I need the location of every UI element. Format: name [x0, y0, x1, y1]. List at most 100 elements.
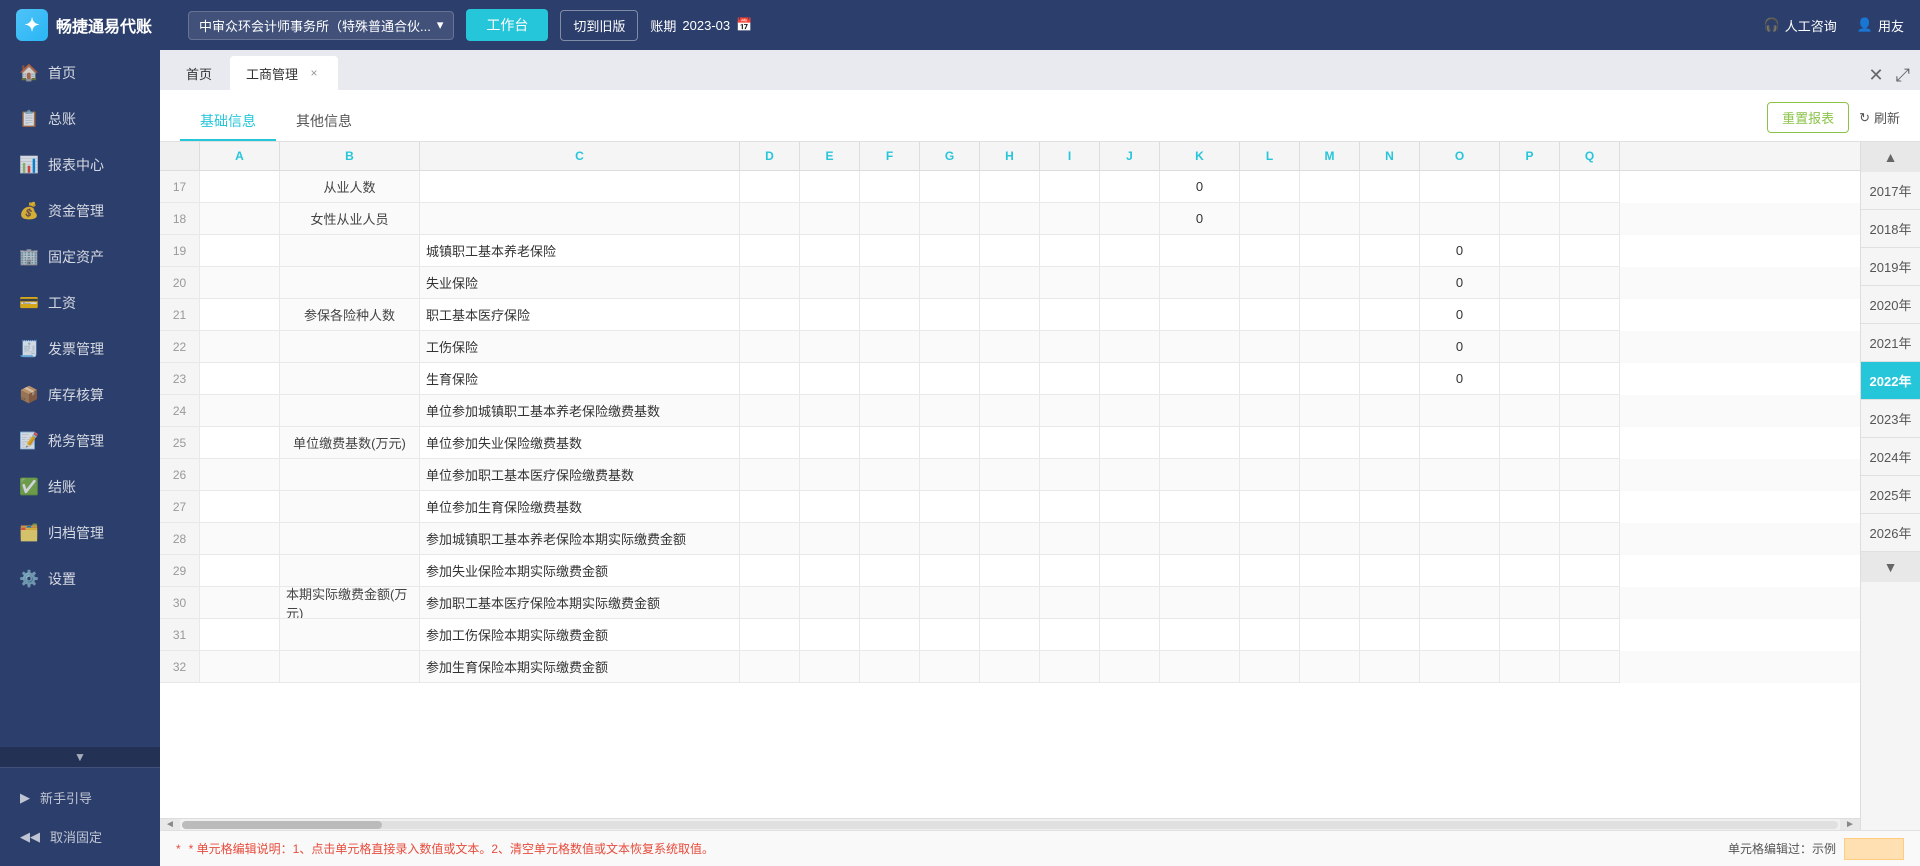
cell-19-e[interactable]: [800, 235, 860, 267]
cell-23-f[interactable]: [860, 363, 920, 395]
cell-28-n[interactable]: [1360, 523, 1420, 555]
cell-20-c[interactable]: 失业保险: [420, 267, 740, 299]
cell-17-c[interactable]: [420, 171, 740, 203]
cell-18-e[interactable]: [800, 203, 860, 235]
scroll-left-arrow[interactable]: ◄: [160, 819, 180, 831]
cell-17-f[interactable]: [860, 171, 920, 203]
cell-30-p[interactable]: [1500, 587, 1560, 619]
cell-27-m[interactable]: [1300, 491, 1360, 523]
cell-29-f[interactable]: [860, 555, 920, 587]
cell-24-g[interactable]: [920, 395, 980, 427]
year-2020[interactable]: 2020年: [1861, 286, 1920, 324]
cell-21-l[interactable]: [1240, 299, 1300, 331]
cell-20-i[interactable]: [1040, 267, 1100, 299]
cell-25-a[interactable]: [200, 427, 280, 459]
cell-25-k[interactable]: [1160, 427, 1240, 459]
cell-24-i[interactable]: [1040, 395, 1100, 427]
cell-30-n[interactable]: [1360, 587, 1420, 619]
sidebar-item-salary[interactable]: 💳 工资: [0, 280, 160, 326]
cell-19-p[interactable]: [1500, 235, 1560, 267]
cell-25-d[interactable]: [740, 427, 800, 459]
cell-23-l[interactable]: [1240, 363, 1300, 395]
cell-28-b[interactable]: [280, 523, 420, 555]
service-button[interactable]: 🎧 人工咨询: [1764, 16, 1837, 35]
cell-19-a[interactable]: [200, 235, 280, 267]
old-version-button[interactable]: 切到旧版: [560, 10, 638, 41]
cell-20-k[interactable]: [1160, 267, 1240, 299]
cell-20-m[interactable]: [1300, 267, 1360, 299]
cell-27-f[interactable]: [860, 491, 920, 523]
cell-28-h[interactable]: [980, 523, 1040, 555]
cell-18-i[interactable]: [1040, 203, 1100, 235]
cell-31-l[interactable]: [1240, 619, 1300, 651]
cell-30-d[interactable]: [740, 587, 800, 619]
cell-29-q[interactable]: [1560, 555, 1620, 587]
cell-25-m[interactable]: [1300, 427, 1360, 459]
cell-20-o[interactable]: 0: [1420, 267, 1500, 299]
cell-19-f[interactable]: [860, 235, 920, 267]
user-avatar[interactable]: 👤 用友: [1857, 16, 1904, 35]
cell-32-j[interactable]: [1100, 651, 1160, 683]
cell-20-h[interactable]: [980, 267, 1040, 299]
cell-21-i[interactable]: [1040, 299, 1100, 331]
cell-21-g[interactable]: [920, 299, 980, 331]
cell-24-b[interactable]: [280, 395, 420, 427]
year-scroll-down[interactable]: ▼: [1861, 552, 1920, 582]
cell-17-q[interactable]: [1560, 171, 1620, 203]
cell-29-n[interactable]: [1360, 555, 1420, 587]
cell-18-d[interactable]: [740, 203, 800, 235]
cell-17-h[interactable]: [980, 171, 1040, 203]
cell-29-p[interactable]: [1500, 555, 1560, 587]
cell-30-l[interactable]: [1240, 587, 1300, 619]
cell-21-o[interactable]: 0: [1420, 299, 1500, 331]
cell-31-n[interactable]: [1360, 619, 1420, 651]
cell-24-j[interactable]: [1100, 395, 1160, 427]
year-2018[interactable]: 2018年: [1861, 210, 1920, 248]
cell-20-d[interactable]: [740, 267, 800, 299]
cell-26-d[interactable]: [740, 459, 800, 491]
cell-23-p[interactable]: [1500, 363, 1560, 395]
cell-29-a[interactable]: [200, 555, 280, 587]
cell-27-k[interactable]: [1160, 491, 1240, 523]
cell-23-b[interactable]: [280, 363, 420, 395]
cell-17-e[interactable]: [800, 171, 860, 203]
cell-28-g[interactable]: [920, 523, 980, 555]
cell-24-m[interactable]: [1300, 395, 1360, 427]
cell-28-i[interactable]: [1040, 523, 1100, 555]
cell-21-q[interactable]: [1560, 299, 1620, 331]
cell-19-l[interactable]: [1240, 235, 1300, 267]
cell-31-o[interactable]: [1420, 619, 1500, 651]
cell-25-f[interactable]: [860, 427, 920, 459]
cell-28-l[interactable]: [1240, 523, 1300, 555]
cell-24-n[interactable]: [1360, 395, 1420, 427]
cell-23-i[interactable]: [1040, 363, 1100, 395]
cell-32-b[interactable]: [280, 651, 420, 683]
sidebar-item-settings[interactable]: ⚙️ 设置: [0, 556, 160, 602]
cell-20-a[interactable]: [200, 267, 280, 299]
cell-20-p[interactable]: [1500, 267, 1560, 299]
cell-24-c[interactable]: 单位参加城镇职工基本养老保险缴费基数: [420, 395, 740, 427]
cell-25-h[interactable]: [980, 427, 1040, 459]
cell-21-m[interactable]: [1300, 299, 1360, 331]
sidebar-item-settle[interactable]: ✅ 结账: [0, 464, 160, 510]
cell-32-o[interactable]: [1420, 651, 1500, 683]
cell-30-j[interactable]: [1100, 587, 1160, 619]
tab-commerce[interactable]: 工商管理 ×: [230, 56, 338, 90]
cell-20-b[interactable]: [280, 267, 420, 299]
cell-28-d[interactable]: [740, 523, 800, 555]
cell-21-e[interactable]: [800, 299, 860, 331]
cell-27-p[interactable]: [1500, 491, 1560, 523]
cell-22-i[interactable]: [1040, 331, 1100, 363]
cell-21-d[interactable]: [740, 299, 800, 331]
cell-22-d[interactable]: [740, 331, 800, 363]
expand-window-button[interactable]: ⤢: [1896, 65, 1910, 86]
cell-27-d[interactable]: [740, 491, 800, 523]
cell-18-k[interactable]: 0: [1160, 203, 1240, 235]
company-selector[interactable]: 中审众环会计师事务所（特殊普通合伙... ▾: [188, 11, 454, 40]
cell-22-b[interactable]: [280, 331, 420, 363]
cell-26-h[interactable]: [980, 459, 1040, 491]
cell-32-l[interactable]: [1240, 651, 1300, 683]
cell-26-l[interactable]: [1240, 459, 1300, 491]
cell-17-a[interactable]: [200, 171, 280, 203]
cell-23-j[interactable]: [1100, 363, 1160, 395]
